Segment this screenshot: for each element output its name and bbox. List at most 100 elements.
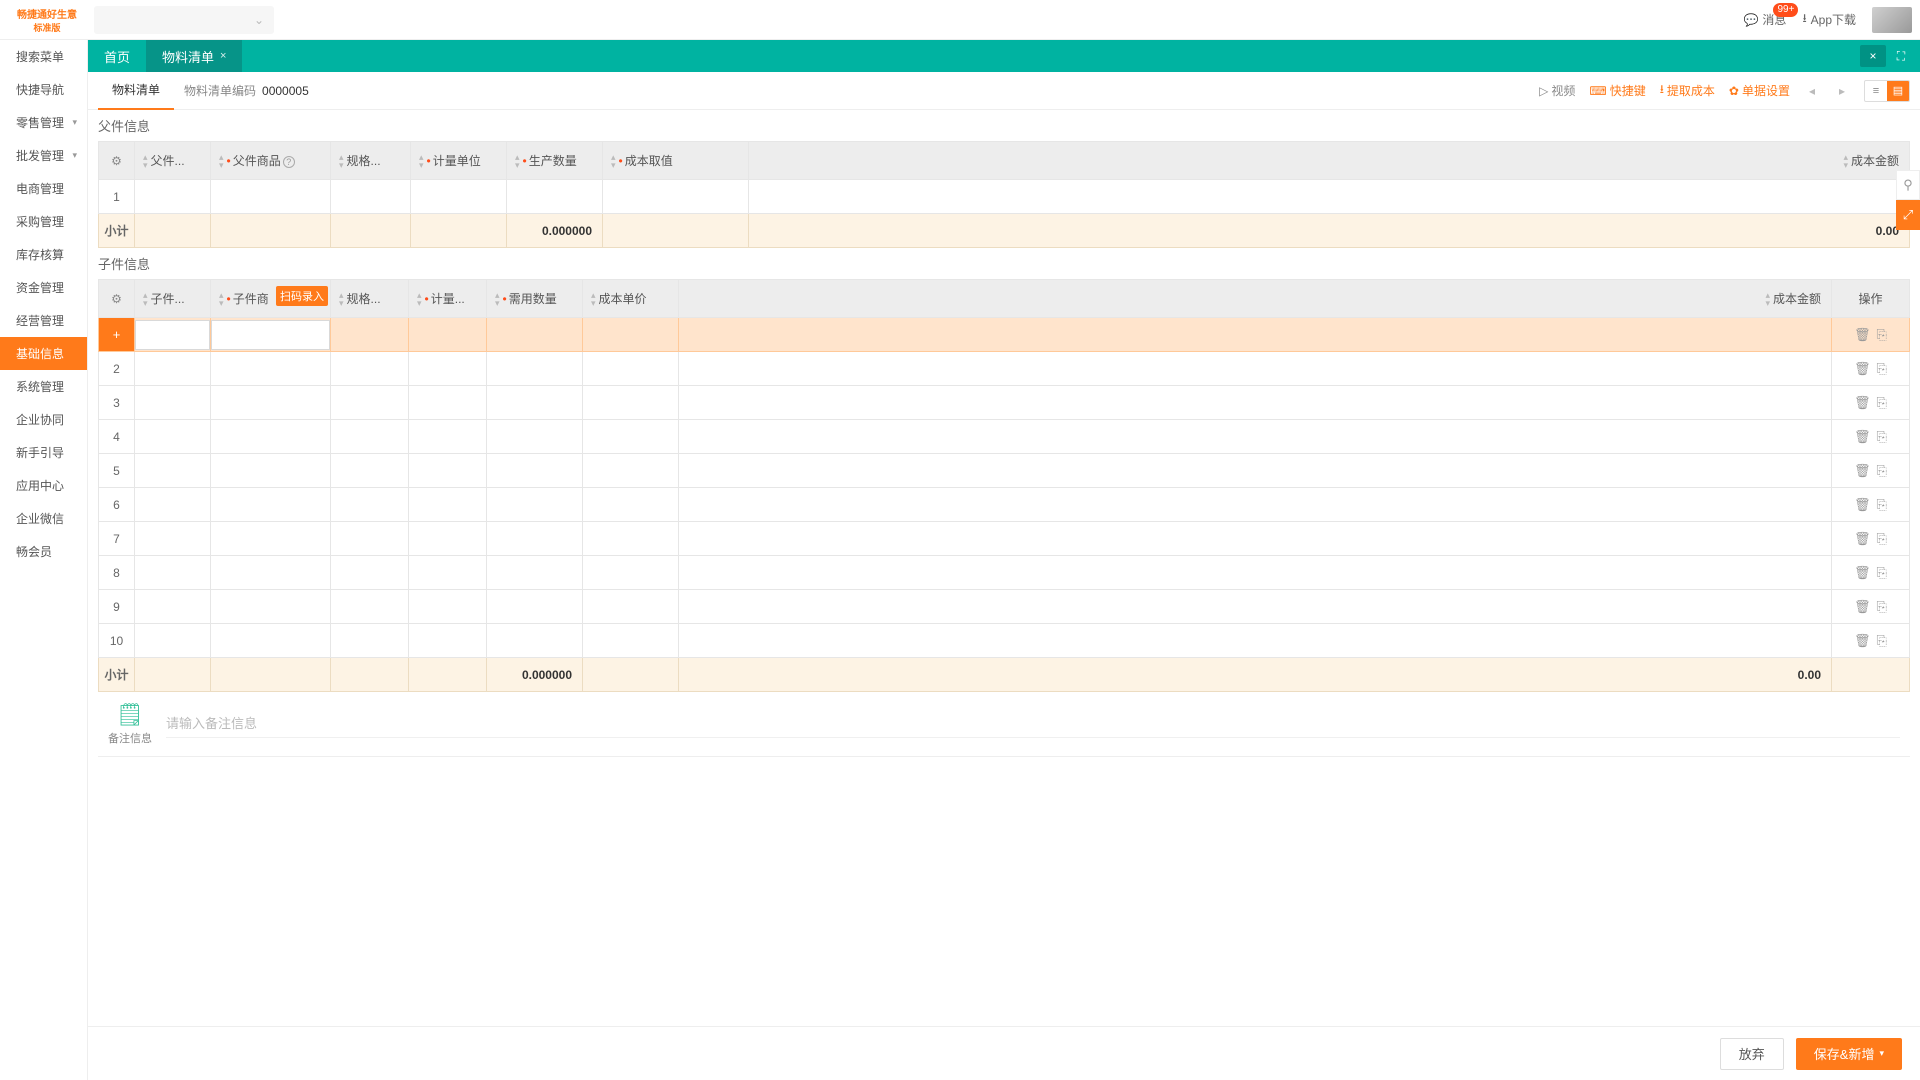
sidebar-item[interactable]: 快捷导航 <box>0 73 87 106</box>
table-row[interactable]: 6🗑⎘ <box>99 488 1910 522</box>
delete-icon[interactable]: 🗑 <box>1854 429 1871 444</box>
col-child-spec[interactable]: ▴▾规格... <box>331 280 409 318</box>
tab-home[interactable]: 首页 <box>88 40 146 72</box>
copy-icon[interactable]: ⎘ <box>1877 463 1887 478</box>
col-parent-unit[interactable]: ▴▾•计量单位 <box>411 142 507 180</box>
table-row[interactable]: 3🗑⎘ <box>99 386 1910 420</box>
avatar[interactable] <box>1872 7 1912 33</box>
col-parent-costsrc[interactable]: ▴▾•成本取值 <box>603 142 749 180</box>
table-row[interactable]: 4🗑⎘ <box>99 420 1910 454</box>
action-doc-setting[interactable]: ✿单据设置 <box>1729 82 1790 99</box>
delete-icon[interactable]: 🗑 <box>1854 633 1871 648</box>
table-row[interactable]: 1 <box>99 180 1910 214</box>
tabs-close-all-icon[interactable]: × <box>1860 45 1886 67</box>
sidebar-item[interactable]: 企业微信 <box>0 502 87 535</box>
help-icon[interactable]: ? <box>283 156 295 168</box>
close-icon[interactable]: × <box>220 50 226 62</box>
delete-icon[interactable]: 🗑 <box>1854 599 1871 614</box>
delete-icon[interactable]: 🗑 <box>1854 361 1871 376</box>
sidebar-item[interactable]: 基础信息 <box>0 337 87 370</box>
view-list-icon[interactable]: ≡ <box>1865 81 1887 101</box>
subtab-bom[interactable]: 物料清单 <box>98 72 174 110</box>
sidebar-item[interactable]: 资金管理 <box>0 271 87 304</box>
copy-icon[interactable]: ⎘ <box>1877 565 1887 580</box>
action-shortcut[interactable]: ⌨快捷键 <box>1589 82 1645 99</box>
copy-icon[interactable]: ⎘ <box>1877 633 1887 648</box>
copy-icon[interactable]: ⎘ <box>1877 497 1887 512</box>
save-and-new-button[interactable]: 保存&新增▾ <box>1796 1038 1902 1070</box>
chevron-down-icon: ▾ <box>1879 1048 1884 1059</box>
child-code-input[interactable] <box>135 320 210 350</box>
sidebar-item[interactable]: 批发管理▾ <box>0 139 87 172</box>
tenant-selector[interactable]: ⌄ <box>94 6 274 34</box>
prev-icon[interactable]: ◂ <box>1804 84 1820 98</box>
discard-button[interactable]: 放弃 <box>1720 1038 1784 1070</box>
table-row[interactable]: 10🗑⎘ <box>99 624 1910 658</box>
sidebar-item[interactable]: 系统管理 <box>0 370 87 403</box>
note-icon-block: 🗒 备注信息 <box>108 702 152 746</box>
copy-icon[interactable]: ⎘ <box>1877 327 1887 342</box>
sidebar-item[interactable]: 库存核算 <box>0 238 87 271</box>
sidebar-item[interactable]: 经营管理 <box>0 304 87 337</box>
app-download-button[interactable]: ⭳ App下载 <box>1802 9 1856 30</box>
copy-icon[interactable]: ⎘ <box>1877 531 1887 546</box>
table-row[interactable]: + 🗑 ⎘ <box>99 318 1910 352</box>
copy-icon[interactable]: ⎘ <box>1877 395 1887 410</box>
col-child-price[interactable]: ▴▾成本单价 <box>583 280 679 318</box>
col-child-amount[interactable]: ▴▾成本金额 <box>679 280 1832 318</box>
gear-icon[interactable]: ⚙ <box>99 280 135 318</box>
brand-logo: 畅捷通好生意 标准版 <box>8 2 86 38</box>
action-extract-cost[interactable]: ⭳提取成本 <box>1660 80 1715 101</box>
add-row-icon[interactable]: + <box>108 326 126 344</box>
messages-badge: 99+ <box>1773 3 1798 17</box>
download-icon: ⭳ <box>1802 9 1806 30</box>
table-row[interactable]: 7🗑⎘ <box>99 522 1910 556</box>
code-label: 物料清单编码 <box>184 82 256 99</box>
sidebar-item[interactable]: 电商管理 <box>0 172 87 205</box>
chevron-down-icon: ⌄ <box>254 13 264 27</box>
delete-icon[interactable]: 🗑 <box>1854 463 1871 478</box>
delete-icon[interactable]: 🗑 <box>1854 565 1871 580</box>
table-row[interactable]: 9🗑⎘ <box>99 590 1910 624</box>
col-parent-spec[interactable]: ▴▾规格... <box>331 142 411 180</box>
expand-icon[interactable]: ⤢ <box>1896 200 1920 230</box>
sidebar-item[interactable]: 搜索菜单 <box>0 40 87 73</box>
table-row[interactable]: 2🗑⎘ <box>99 352 1910 386</box>
copy-icon[interactable]: ⎘ <box>1877 599 1887 614</box>
delete-icon[interactable]: 🗑 <box>1854 395 1871 410</box>
table-row[interactable]: 8🗑⎘ <box>99 556 1910 590</box>
sidebar-item[interactable]: 应用中心 <box>0 469 87 502</box>
table-row[interactable]: 5🗑⎘ <box>99 454 1910 488</box>
col-child-unit[interactable]: ▴▾•计量... <box>409 280 487 318</box>
copy-icon[interactable]: ⎘ <box>1877 429 1887 444</box>
child-product-input[interactable] <box>211 320 330 350</box>
sidebar-item[interactable]: 采购管理 <box>0 205 87 238</box>
tab-bom[interactable]: 物料清单 × <box>146 40 242 72</box>
col-child-product[interactable]: ▴▾•子件商扫码录入 <box>211 280 331 318</box>
scan-input-button[interactable]: 扫码录入 <box>276 286 328 306</box>
action-video[interactable]: ▷视频 <box>1539 82 1575 99</box>
col-child-qty[interactable]: ▴▾•需用数量 <box>487 280 583 318</box>
col-parent-amount[interactable]: ▴▾成本金额 <box>749 142 1910 180</box>
attach-icon[interactable]: ⚲ <box>1896 170 1920 200</box>
fullscreen-icon[interactable]: ⛶ <box>1888 45 1914 67</box>
sidebar-item[interactable]: 企业协同 <box>0 403 87 436</box>
messages-button[interactable]: 💬 消息 99+ <box>1743 11 1786 28</box>
next-icon[interactable]: ▸ <box>1834 84 1850 98</box>
sidebar-item[interactable]: 畅会员 <box>0 535 87 568</box>
delete-icon[interactable]: 🗑 <box>1854 327 1871 342</box>
col-parent-qty[interactable]: ▴▾•生产数量 <box>507 142 603 180</box>
child-section-title: 子件信息 <box>98 248 1910 279</box>
page-tabs: 首页 物料清单 × × ⛶ <box>88 40 1920 72</box>
copy-icon[interactable]: ⎘ <box>1877 361 1887 376</box>
sidebar-item[interactable]: 新手引导 <box>0 436 87 469</box>
col-parent-product[interactable]: ▴▾•父件商品? <box>211 142 331 180</box>
note-input[interactable] <box>166 710 1900 738</box>
gear-icon[interactable]: ⚙ <box>99 142 135 180</box>
view-form-icon[interactable]: ▤ <box>1887 81 1909 101</box>
col-parent-code[interactable]: ▴▾父件... <box>135 142 211 180</box>
sidebar-item[interactable]: 零售管理▾ <box>0 106 87 139</box>
delete-icon[interactable]: 🗑 <box>1854 531 1871 546</box>
delete-icon[interactable]: 🗑 <box>1854 497 1871 512</box>
col-child-code[interactable]: ▴▾子件... <box>135 280 211 318</box>
